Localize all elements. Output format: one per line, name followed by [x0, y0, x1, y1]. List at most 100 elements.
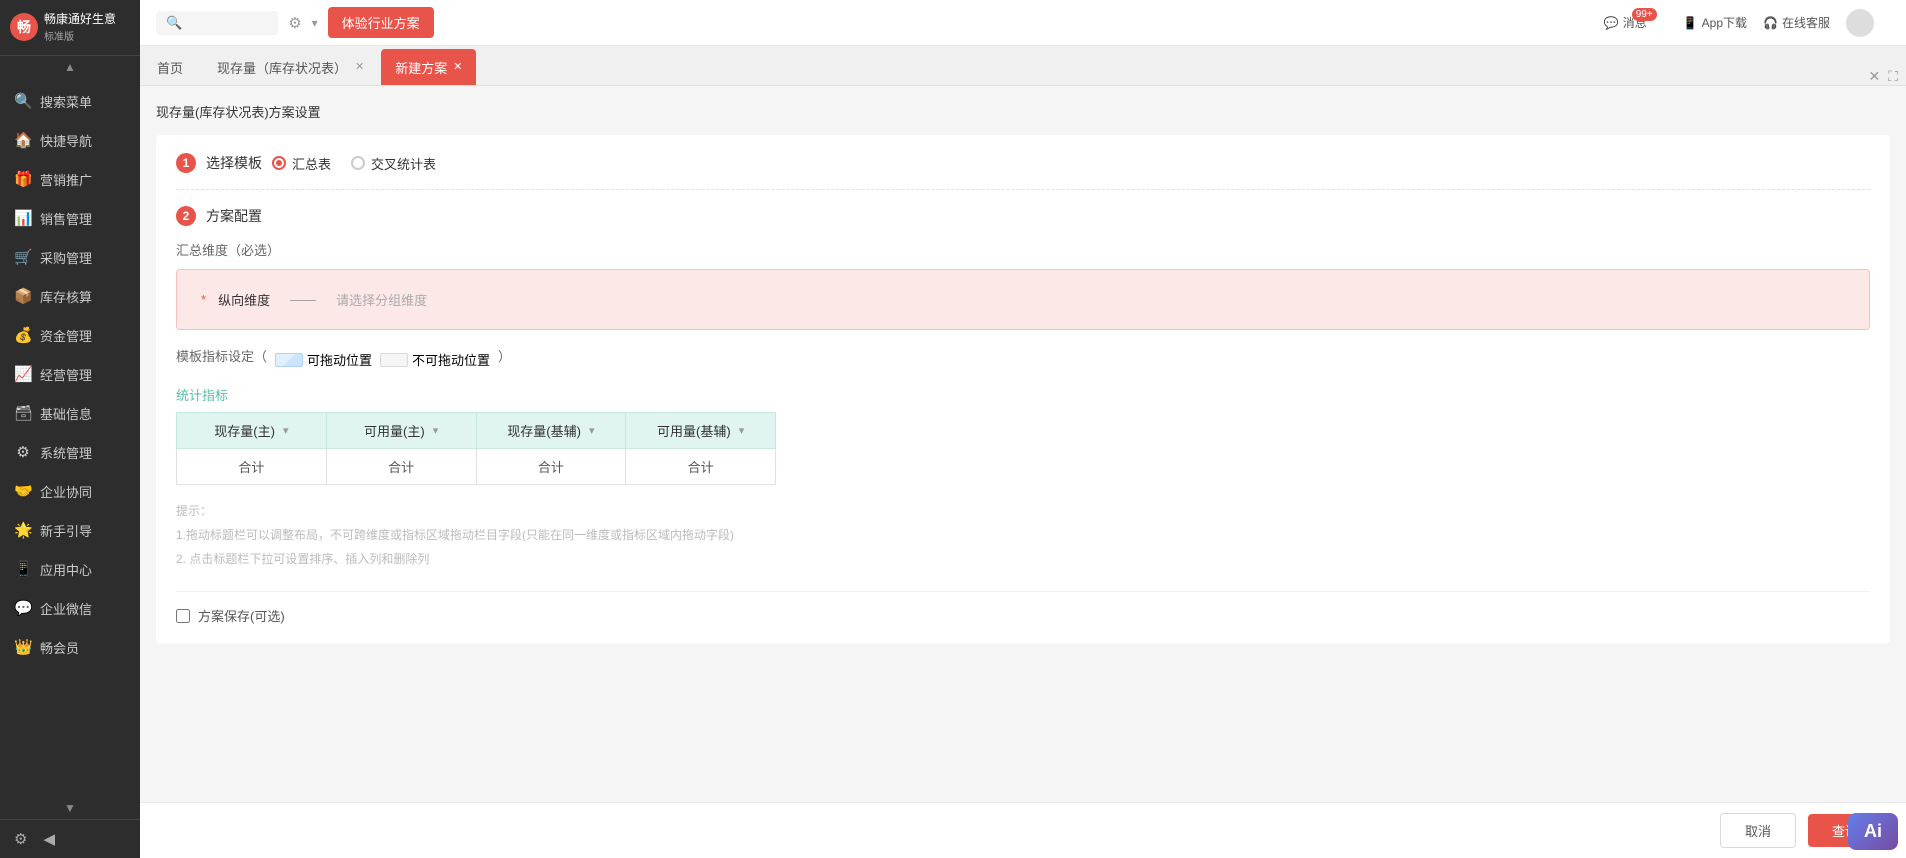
- page-title: 现存量(库存状况表)方案设置: [156, 102, 1890, 121]
- sidebar-item-enterprise[interactable]: 🤝 企业协同: [0, 472, 140, 511]
- sidebar-item-system-label: 系统管理: [40, 443, 92, 462]
- settings-icon[interactable]: ⚙: [14, 830, 27, 848]
- radio-cross[interactable]: 交叉统计表: [351, 154, 436, 173]
- sidebar-item-business-label: 经营管理: [40, 365, 92, 384]
- sidebar-item-basic-label: 基础信息: [40, 404, 92, 423]
- sidebar-item-member[interactable]: 👑 畅会员: [0, 628, 140, 667]
- online-service-badge[interactable]: 🎧 在线客服: [1763, 14, 1830, 31]
- sidebar-item-newbie[interactable]: 🌟 新手引导: [0, 511, 140, 550]
- stats-title: 统计指标: [176, 385, 1870, 404]
- main-area: 🔍 ⚙ ▾ 体验行业方案 💬 消息 99+ 📱 App下载 🎧 在线客服: [140, 0, 1906, 858]
- sidebar-logo: 畅 畅康通好生意 标准版: [0, 0, 140, 56]
- online-service-label: 在线客服: [1782, 14, 1830, 31]
- cell-1: 合计: [326, 449, 476, 485]
- sidebar-item-appstore[interactable]: 📱 应用中心: [0, 550, 140, 589]
- sidebar-bottom: ⚙ ◀: [0, 819, 140, 858]
- message-badge[interactable]: 💬 消息 99+: [1604, 14, 1647, 31]
- search-icon: 🔍: [14, 92, 32, 110]
- legend-nodrag: 不可拖动位置: [380, 350, 490, 369]
- save-plan-checkbox[interactable]: [176, 609, 190, 623]
- sidebar-item-purchase[interactable]: 🛒 采购管理: [0, 238, 140, 277]
- sidebar-item-finance[interactable]: 💰 资金管理: [0, 316, 140, 355]
- col-header-2[interactable]: 现存量(基辅) ▾: [476, 413, 626, 449]
- sidebar-item-business[interactable]: 📈 经营管理: [0, 355, 140, 394]
- tabs-bar: 首页 现存量（库存状况表） ✕ 新建方案 ✕ ✕ ⛶: [140, 46, 1906, 86]
- sidebar-item-sales[interactable]: 📊 销售管理: [0, 199, 140, 238]
- required-star: *: [201, 292, 206, 307]
- chevron-1: ▾: [433, 424, 439, 437]
- money-icon: 💰: [14, 326, 32, 344]
- save-plan-label: 方案保存(可选): [198, 606, 285, 625]
- sidebar-scroll-down[interactable]: ▼: [0, 797, 140, 819]
- col-header-0[interactable]: 现存量(主) ▾: [177, 413, 327, 449]
- col-label-2: 现存量(基辅): [507, 421, 581, 440]
- tips-section: 提示： 1.拖动标题栏可以调整布局，不可跨维度或指标区域拖动栏目字段(只能在同一…: [176, 499, 1870, 571]
- cancel-button[interactable]: 取消: [1720, 813, 1796, 848]
- logo-name: 畅康通好生意: [44, 12, 116, 28]
- trial-button[interactable]: 体验行业方案: [328, 7, 434, 38]
- tab-close-window-icon[interactable]: ✕: [1868, 68, 1880, 85]
- tab-new-plan-close[interactable]: ✕: [453, 62, 462, 73]
- sidebar-item-member-label: 畅会员: [40, 638, 79, 657]
- sidebar-item-weixin-label: 企业微信: [40, 599, 92, 618]
- step2-header: 2 方案配置: [176, 206, 1870, 226]
- topbar-dropdown-icon[interactable]: ▾: [312, 16, 318, 30]
- step2-badge: 2: [176, 206, 196, 226]
- col-header-1[interactable]: 可用量(主) ▾: [326, 413, 476, 449]
- sidebar-item-newbie-label: 新手引导: [40, 521, 92, 540]
- tabs-right-controls: ✕ ⛶: [1868, 68, 1906, 85]
- user-avatar[interactable]: [1846, 9, 1874, 37]
- col-header-3[interactable]: 可用量(基辅) ▾: [626, 413, 776, 449]
- chevron-2: ▾: [589, 424, 595, 437]
- tips-title: 提示：: [176, 504, 212, 518]
- sidebar-scroll-up[interactable]: ▲: [0, 56, 140, 78]
- app-download-badge[interactable]: 📱 App下载: [1683, 14, 1747, 31]
- sidebar-item-marketing[interactable]: 🎁 营销推广: [0, 160, 140, 199]
- radio-cross-label: 交叉统计表: [371, 154, 436, 173]
- radio-summary[interactable]: 汇总表: [272, 154, 331, 173]
- tab-home[interactable]: 首页: [140, 49, 200, 85]
- sidebar-item-enterprise-label: 企业协同: [40, 482, 92, 501]
- tab-home-label: 首页: [157, 58, 183, 77]
- sidebar-item-inventory[interactable]: 📦 库存核算: [0, 277, 140, 316]
- sidebar-item-basic[interactable]: 🗃 基础信息: [0, 394, 140, 433]
- sidebar-item-search[interactable]: 🔍 搜索菜单: [0, 82, 140, 121]
- topbar-gear-icon[interactable]: ⚙: [288, 14, 301, 32]
- tab-expand-icon[interactable]: ⛶: [1888, 68, 1898, 85]
- tab-inventory[interactable]: 现存量（库存状况表） ✕: [200, 49, 381, 85]
- topbar-search-box: 🔍: [156, 11, 278, 35]
- step1-badge: 1: [176, 153, 196, 173]
- sidebar-item-nav[interactable]: 🏠 快捷导航: [0, 121, 140, 160]
- collapse-icon[interactable]: ◀: [43, 830, 55, 848]
- tip-2: 2. 点击标题栏下拉可设置排序、插入列和删除列: [176, 547, 1870, 571]
- tab-new-plan[interactable]: 新建方案 ✕: [381, 49, 476, 85]
- cart-icon: 🛒: [14, 248, 32, 266]
- step2-title: 方案配置: [206, 206, 262, 226]
- system-gear-icon: ⚙: [14, 443, 32, 461]
- drag-label: 可拖动位置: [307, 350, 372, 369]
- star-icon: 🌟: [14, 521, 32, 539]
- headset-icon: 🎧: [1763, 16, 1778, 30]
- tab-inventory-close[interactable]: ✕: [355, 62, 364, 73]
- topbar-search-icon: 🔍: [166, 15, 182, 31]
- chart-icon: 📊: [14, 209, 32, 227]
- search-input[interactable]: [188, 16, 268, 30]
- sidebar-item-appstore-label: 应用中心: [40, 560, 92, 579]
- ai-badge[interactable]: Ai: [1848, 813, 1898, 850]
- cell-2: 合计: [476, 449, 626, 485]
- cell-3: 合计: [626, 449, 776, 485]
- logo-sub: 标准版: [44, 28, 116, 43]
- vertical-dim-field[interactable]: * 纵向维度 —— 请选择分组维度: [201, 290, 1845, 309]
- chevron-0: ▾: [283, 424, 289, 437]
- home-icon: 🏠: [14, 131, 32, 149]
- cell-0: 合计: [177, 449, 327, 485]
- topbar-right: 💬 消息 99+ 📱 App下载 🎧 在线客服: [1604, 9, 1890, 37]
- sidebar-item-weixin[interactable]: 💬 企业微信: [0, 589, 140, 628]
- handshake-icon: 🤝: [14, 482, 32, 500]
- sidebar-item-system[interactable]: ⚙ 系统管理: [0, 433, 140, 472]
- drag-indicator-box: [275, 353, 303, 367]
- step1-header: 1 选择模板 汇总表 交叉统计表: [176, 153, 1870, 173]
- tip-1: 1.拖动标题栏可以调整布局，不可跨维度或指标区域拖动栏目字段(只能在同一维度或指…: [176, 523, 1870, 547]
- metrics-config-label: 模板指标设定（: [176, 346, 267, 365]
- sidebar-item-inventory-label: 库存核算: [40, 287, 92, 306]
